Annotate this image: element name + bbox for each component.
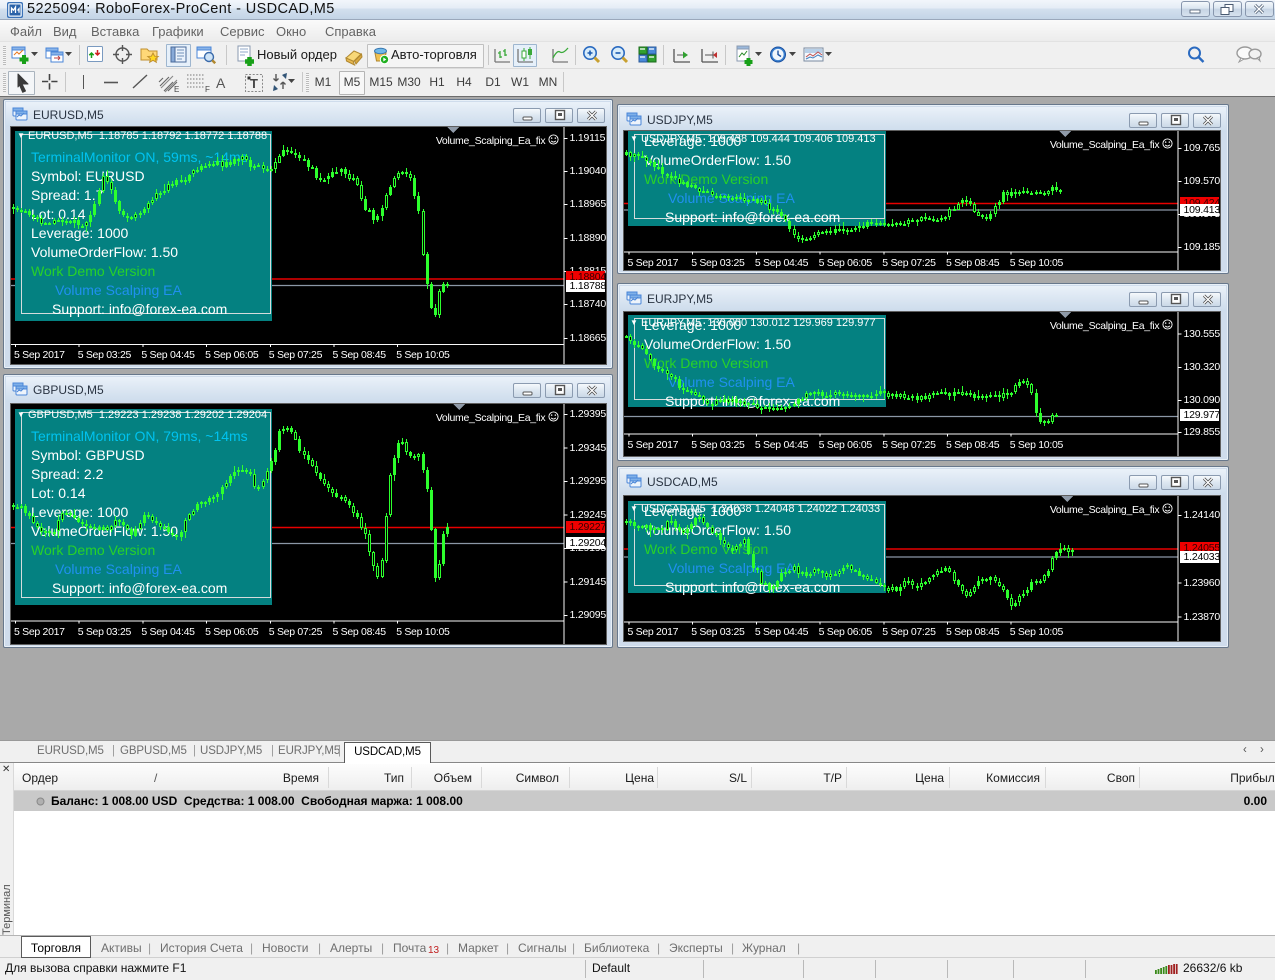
- svg-text:F: F: [205, 85, 210, 94]
- svg-text:T: T: [250, 76, 258, 91]
- svg-text:E: E: [174, 85, 179, 94]
